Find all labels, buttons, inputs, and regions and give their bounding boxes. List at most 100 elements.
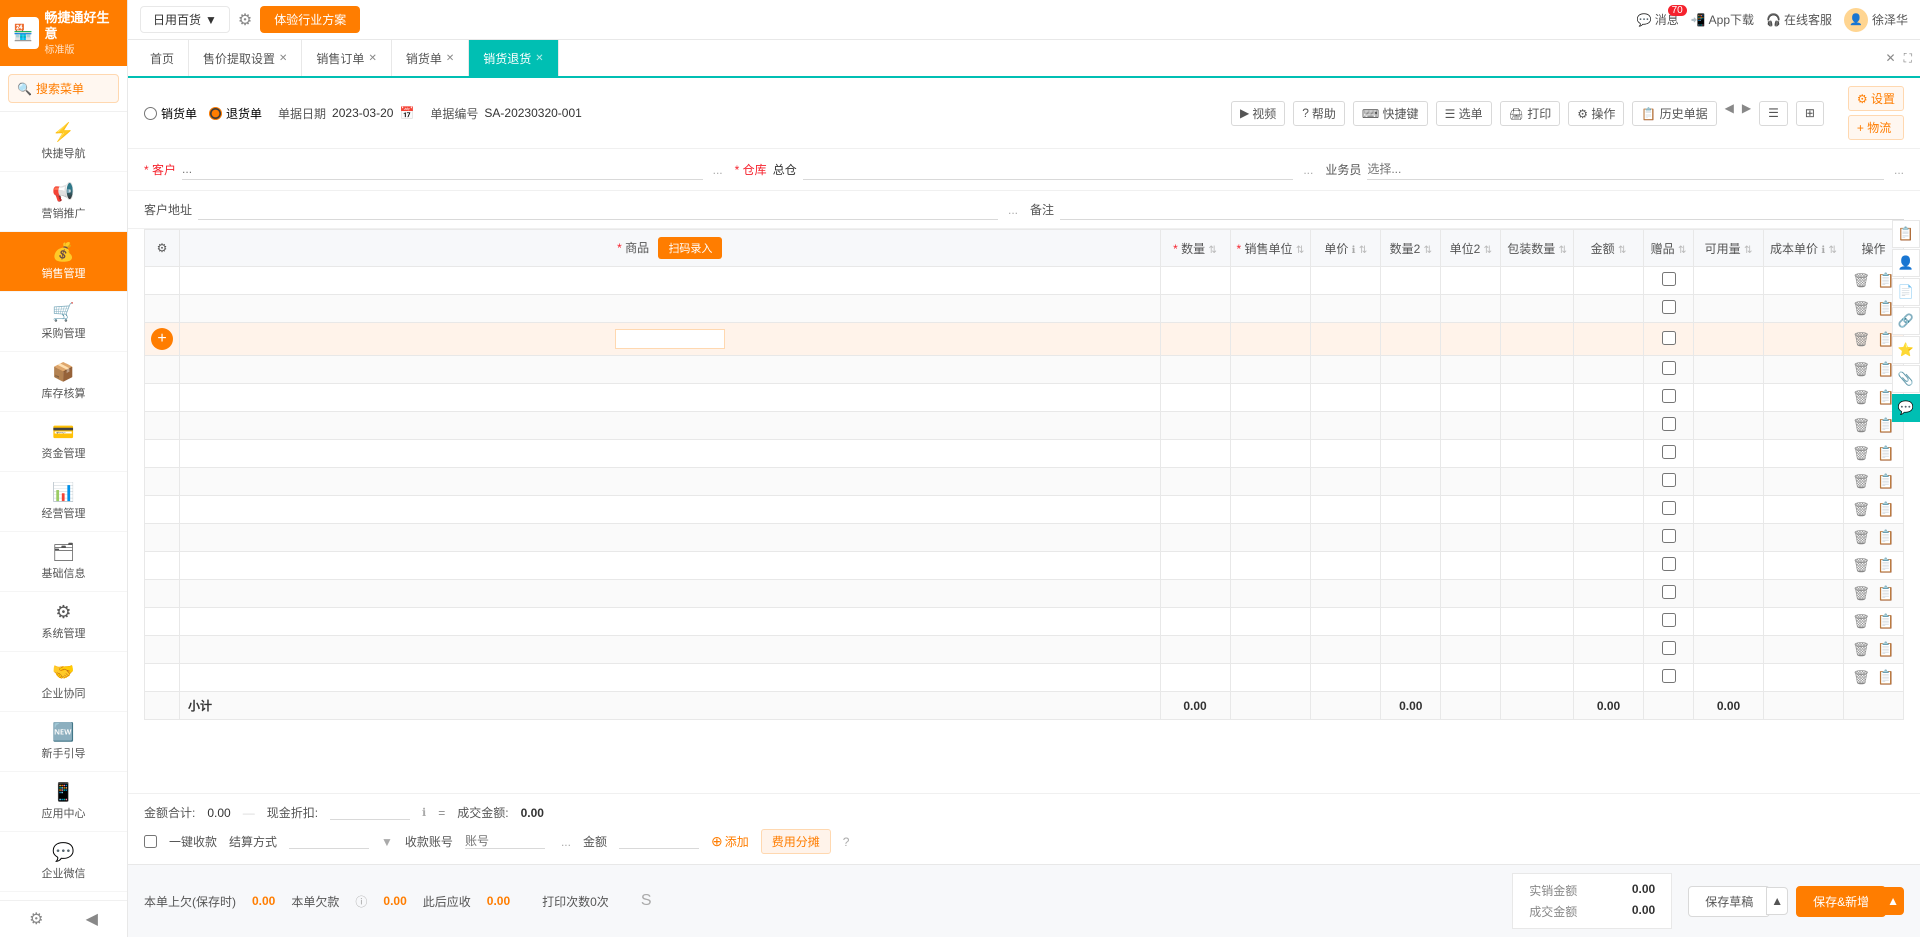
row-qty2-cell[interactable] [1381, 552, 1441, 580]
row-pkg-cell[interactable] [1501, 468, 1574, 496]
row-unit-cell[interactable] [1230, 636, 1311, 664]
settings-quick-btn[interactable]: ⚙ 设置 [1848, 86, 1904, 111]
row-qty-cell[interactable] [1160, 295, 1230, 323]
row-product-cell[interactable] [180, 295, 1161, 323]
sidebar-item-operations[interactable]: 📊 经营管理 [0, 472, 127, 532]
row-unit2-cell[interactable] [1441, 608, 1501, 636]
row-product-cell[interactable] [180, 524, 1161, 552]
tab-sales-return[interactable]: 销货退货 ✕ [469, 40, 558, 76]
th-avail[interactable]: 可用量 ⇅ [1694, 230, 1764, 267]
row-cost-cell[interactable] [1764, 524, 1844, 552]
row-pkg-cell[interactable] [1501, 412, 1574, 440]
radio-return-input[interactable] [209, 107, 222, 120]
row-delete-btn[interactable]: 🗑 [1850, 389, 1872, 406]
remark-input[interactable] [1060, 199, 1904, 220]
quick-icon-6[interactable]: 📎 [1892, 365, 1920, 393]
nav-next[interactable]: ▶ [1742, 101, 1751, 126]
sidebar-item-guide[interactable]: 🆕 新手引导 [0, 712, 127, 772]
row-avail-cell[interactable] [1694, 412, 1764, 440]
row-unit2-cell[interactable] [1441, 580, 1501, 608]
row-cost-cell[interactable] [1764, 496, 1844, 524]
row-delete-btn[interactable]: 🗑 [1850, 557, 1872, 574]
product-input-active[interactable] [615, 329, 725, 349]
row-qty-cell[interactable] [1160, 412, 1230, 440]
row-qty-cell[interactable] [1160, 524, 1230, 552]
one-click-pay-checkbox[interactable] [144, 835, 157, 848]
shortcut-btn[interactable]: ⌨ 快捷键 [1353, 101, 1428, 126]
gift-checkbox[interactable] [1662, 389, 1676, 403]
row-avail-cell[interactable] [1694, 552, 1764, 580]
tab-close-sales-invoice[interactable]: ✕ [446, 53, 454, 64]
row-unit2-cell[interactable] [1441, 552, 1501, 580]
row-qty2-cell[interactable] [1381, 267, 1441, 295]
row-delete-btn[interactable]: 🗑 [1850, 473, 1872, 490]
nav-prev[interactable]: ◀ [1725, 101, 1734, 126]
quick-icon-2[interactable]: 👤 [1892, 249, 1920, 277]
row-pkg-cell[interactable] [1501, 664, 1574, 692]
row-product-cell[interactable] [180, 356, 1161, 384]
row-pkg-cell[interactable] [1501, 524, 1574, 552]
th-price[interactable]: 单价 ℹ ⇅ [1311, 230, 1381, 267]
row-price-cell[interactable] [1311, 664, 1381, 692]
online-service-button[interactable]: 🎧 在线客服 [1766, 11, 1832, 28]
row-cost-cell[interactable] [1764, 552, 1844, 580]
row-unit2-cell[interactable] [1441, 323, 1501, 356]
gift-checkbox[interactable] [1662, 641, 1676, 655]
row-qty-cell[interactable] [1160, 356, 1230, 384]
row-price-cell[interactable] [1311, 524, 1381, 552]
row-copy-btn[interactable]: 📋 [1875, 445, 1896, 462]
row-pkg-cell[interactable] [1501, 356, 1574, 384]
calendar-icon[interactable]: 📅 [399, 106, 414, 120]
row-unit-cell[interactable] [1230, 323, 1311, 356]
row-amount-cell[interactable] [1574, 636, 1644, 664]
gift-checkbox[interactable] [1662, 613, 1676, 627]
row-product-cell[interactable] [180, 468, 1161, 496]
row-product-cell[interactable] [180, 496, 1161, 524]
row-unit2-cell[interactable] [1441, 412, 1501, 440]
row-cost-cell[interactable] [1764, 412, 1844, 440]
row-cost-cell[interactable] [1764, 608, 1844, 636]
app-download-button[interactable]: 📲 App下载 [1691, 11, 1754, 28]
row-copy-btn[interactable]: 📋 [1875, 557, 1896, 574]
th-unit[interactable]: * 销售单位 ⇅ [1230, 230, 1311, 267]
current-pay-icon[interactable]: ⓘ [355, 893, 367, 910]
row-avail-cell[interactable] [1694, 664, 1764, 692]
staff-input[interactable] [1367, 159, 1884, 180]
row-qty2-cell[interactable] [1381, 295, 1441, 323]
fee-question-icon[interactable]: ? [843, 835, 850, 849]
row-delete-btn[interactable]: 🗑 [1850, 417, 1872, 434]
add-row-btn[interactable]: + [151, 328, 173, 350]
row-cost-cell[interactable] [1764, 356, 1844, 384]
row-price-cell[interactable] [1311, 295, 1381, 323]
th-qty[interactable]: * 数量 ⇅ [1160, 230, 1230, 267]
discount-input[interactable] [330, 805, 410, 820]
save-new-dropdown-icon[interactable]: ▲ [1882, 887, 1904, 915]
quick-icon-4[interactable]: 🔗 [1892, 307, 1920, 335]
row-qty2-cell[interactable] [1381, 636, 1441, 664]
row-unit2-cell[interactable] [1441, 295, 1501, 323]
row-price-cell[interactable] [1311, 608, 1381, 636]
tab-sales-order[interactable]: 销售订单 ✕ [302, 40, 391, 76]
row-avail-cell[interactable] [1694, 496, 1764, 524]
row-qty-cell[interactable] [1160, 580, 1230, 608]
row-qty-cell[interactable] [1160, 384, 1230, 412]
row-product-cell[interactable] [180, 552, 1161, 580]
row-price-cell[interactable] [1311, 384, 1381, 412]
row-unit-cell[interactable] [1230, 496, 1311, 524]
row-qty2-cell[interactable] [1381, 412, 1441, 440]
row-amount-cell[interactable] [1574, 580, 1644, 608]
radio-sales[interactable]: 销货单 [144, 105, 197, 122]
row-unit-cell[interactable] [1230, 468, 1311, 496]
row-unit2-cell[interactable] [1441, 356, 1501, 384]
row-amount-cell[interactable] [1574, 608, 1644, 636]
row-pkg-cell[interactable] [1501, 295, 1574, 323]
row-copy-btn[interactable]: 📋 [1875, 501, 1896, 518]
row-cost-cell[interactable] [1764, 323, 1844, 356]
gift-checkbox[interactable] [1662, 272, 1676, 286]
row-pkg-cell[interactable] [1501, 323, 1574, 356]
radio-sales-input[interactable] [144, 107, 157, 120]
select-btn[interactable]: ☰ 选单 [1436, 101, 1492, 126]
tab-close-sales-return[interactable]: ✕ [535, 53, 543, 64]
sidebar-item-marketing[interactable]: 📢 营销推广 [0, 172, 127, 232]
row-unit-cell[interactable] [1230, 295, 1311, 323]
